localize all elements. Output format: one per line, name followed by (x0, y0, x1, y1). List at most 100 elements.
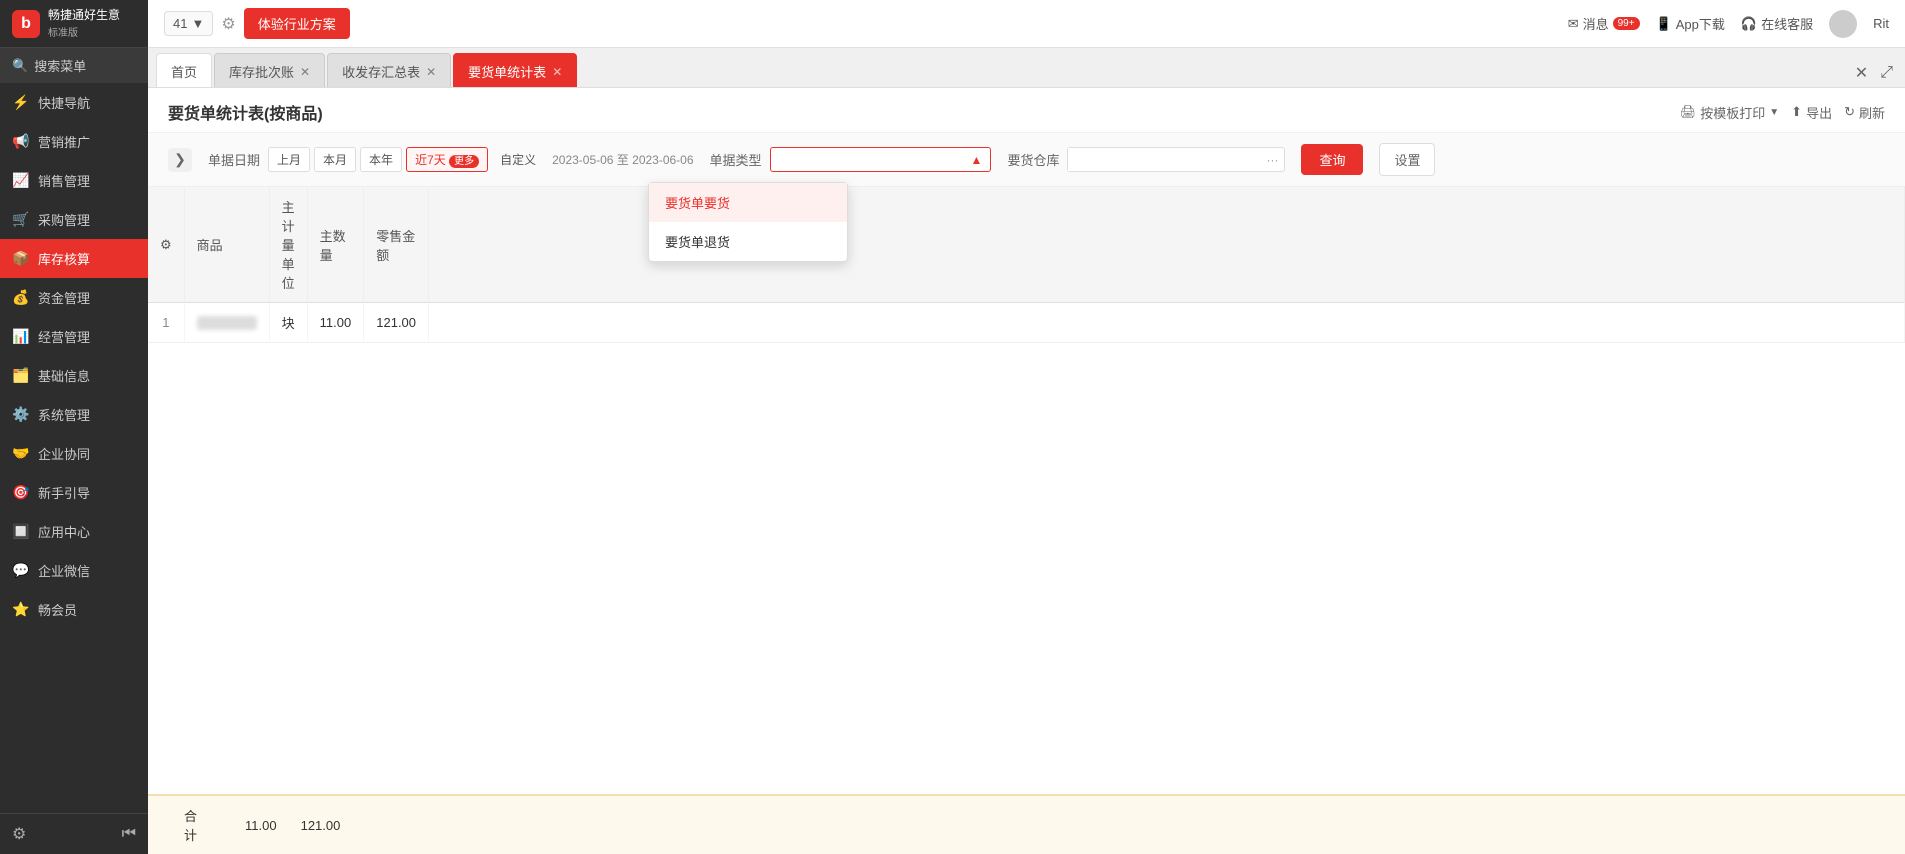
sidebar-item-quick-nav[interactable]: ⚡ 快捷导航 (0, 83, 148, 122)
sidebar-search[interactable]: 🔍 搜索菜单 (0, 48, 148, 83)
sidebar-label-quick-nav: 快捷导航 (38, 93, 90, 112)
sidebar-icon-purchase: 🛒 (12, 211, 30, 228)
filter-warehouse-group: 要货仓库 ··· (1007, 147, 1285, 172)
row-extra (429, 303, 1905, 343)
type-select-wrap: ▲ (770, 147, 992, 172)
more-badge: 更多 (449, 155, 479, 168)
date-btn-7days[interactable]: 近7天 更多 (406, 147, 488, 172)
settings-button[interactable]: 设置 (1379, 143, 1435, 176)
settings-gear-icon[interactable]: ⚙ (221, 14, 235, 34)
row-product (184, 303, 269, 343)
type-dropdown-menu: 要货单要货 要货单退货 (648, 182, 848, 262)
tab-receive-summary-close[interactable]: ✕ (426, 66, 436, 78)
sidebar-item-operation[interactable]: 📊 经营管理 (0, 317, 148, 356)
type-select-input[interactable] (771, 148, 963, 171)
collapse-icon[interactable]: ⏮ (122, 825, 136, 843)
date-range-display: 2023-05-06 至 2023-06-06 (552, 151, 693, 168)
sidebar-label-guide: 新手引导 (38, 483, 90, 502)
sidebar-icon-marketing: 📢 (12, 133, 30, 150)
trial-button[interactable]: 体验行业方案 (244, 8, 350, 39)
app-download-btn[interactable]: 📱 App下载 (1656, 14, 1725, 33)
sidebar-icon-member: ⭐ (12, 601, 30, 618)
row-quantity: 11.00 (307, 303, 364, 343)
tab-close-all-btn[interactable]: ✕ (1851, 59, 1872, 87)
sidebar-label-finance: 资金管理 (38, 288, 90, 307)
date-btn-this-month[interactable]: 本月 (314, 147, 356, 172)
topbar-left: 41 ▼ ⚙ 体验行业方案 (164, 8, 1556, 39)
filter-toggle-btn[interactable]: ❯ (168, 148, 192, 172)
total-empty-0 (148, 796, 172, 854)
refresh-icon: ↻ (1844, 104, 1855, 120)
total-unit-empty (209, 796, 233, 854)
date-btn-this-year[interactable]: 本年 (360, 147, 402, 172)
search-icon: 🔍 (12, 58, 28, 74)
sidebar-icon-enterprise: 🤝 (12, 445, 30, 462)
warehouse-more-btn[interactable]: ··· (1260, 149, 1284, 171)
tab-order-summary-label: 要货单统计表 (468, 62, 546, 81)
export-label: 导出 (1806, 103, 1832, 122)
sidebar-label-sales: 销售管理 (38, 171, 90, 190)
sidebar-item-sales[interactable]: 📈 销售管理 (0, 161, 148, 200)
sidebar-item-marketing[interactable]: 📢 营销推广 (0, 122, 148, 161)
messages-badge: 99+ (1613, 17, 1640, 30)
tab-receive-summary[interactable]: 收发存汇总表 ✕ (327, 53, 451, 87)
sidebar-item-inventory[interactable]: 📦 库存核算 (0, 239, 148, 278)
dropdown-item-0[interactable]: 要货单要货 (649, 183, 847, 222)
export-btn[interactable]: ⬆ 导出 (1791, 103, 1832, 122)
tab-expand-btn[interactable]: ⤢ (1876, 60, 1897, 86)
sidebar-label-enterprise: 企业协同 (38, 444, 90, 463)
sidebar-item-finance[interactable]: 💰 资金管理 (0, 278, 148, 317)
topbar-right: ✉ 消息 99+ 📱 App下载 🎧 在线客服 Rit (1568, 10, 1889, 38)
refresh-label: 刷新 (1859, 103, 1885, 122)
tab-order-summary[interactable]: 要货单统计表 ✕ (453, 53, 577, 87)
logo-name: 畅捷通好生意 (48, 8, 120, 24)
print-btn[interactable]: 🖨 按模板打印 ▼ (1680, 103, 1779, 122)
data-table: ⚙ 商品 主计量单位 主数量 零售金额 1 (148, 187, 1905, 343)
tab-home[interactable]: 首页 (156, 53, 212, 87)
sidebar-item-guide[interactable]: 🎯 新手引导 (0, 473, 148, 512)
sidebar-item-enterprise[interactable]: 🤝 企业协同 (0, 434, 148, 473)
dropdown-item-1[interactable]: 要货单退货 (649, 222, 847, 261)
row-amount: 121.00 (364, 303, 429, 343)
date-btn-last-month[interactable]: 上月 (268, 147, 310, 172)
user-avatar[interactable] (1829, 10, 1857, 38)
settings-icon[interactable]: ⚙ (12, 824, 26, 844)
service-icon: 🎧 (1741, 16, 1757, 32)
user-name: Rit (1873, 16, 1889, 31)
sidebar-item-wechat[interactable]: 💬 企业微信 (0, 551, 148, 590)
warehouse-select-input[interactable] (1068, 148, 1260, 171)
refresh-btn[interactable]: ↻ 刷新 (1844, 103, 1885, 122)
sidebar-item-member[interactable]: ⭐ 畅会员 (0, 590, 148, 629)
sidebar-item-basic[interactable]: 🗂️ 基础信息 (0, 356, 148, 395)
table-wrap: ⚙ 商品 主计量单位 主数量 零售金额 1 (148, 187, 1905, 794)
date-filter-label: 单据日期 (208, 150, 260, 169)
store-select[interactable]: 41 ▼ (164, 11, 213, 36)
sidebar-label-marketing: 营销推广 (38, 132, 90, 151)
main-area: 41 ▼ ⚙ 体验行业方案 ✉ 消息 99+ 📱 App下载 🎧 在线客服 Ri… (148, 0, 1905, 854)
sidebar-icon-wechat: 💬 (12, 562, 30, 579)
tab-order-summary-close[interactable]: ✕ (552, 66, 562, 78)
tab-inventory-batch-close[interactable]: ✕ (300, 66, 310, 78)
sidebar-item-system[interactable]: ⚙️ 系统管理 (0, 395, 148, 434)
app-icon: 📱 (1656, 16, 1672, 32)
messages-label: 消息 (1583, 14, 1609, 33)
tabbar: 首页 库存批次账 ✕ 收发存汇总表 ✕ 要货单统计表 ✕ ✕ ⤢ (148, 48, 1905, 88)
type-select-arrow[interactable]: ▲ (963, 149, 991, 171)
col-settings[interactable]: ⚙ (148, 187, 184, 303)
app-download-label: App下载 (1676, 14, 1725, 33)
sidebar-item-apps[interactable]: 🔲 应用中心 (0, 512, 148, 551)
print-icon: 🖨 (1680, 104, 1697, 120)
table-header-row: ⚙ 商品 主计量单位 主数量 零售金额 (148, 187, 1905, 303)
query-button[interactable]: 查询 (1301, 144, 1363, 175)
messages-btn[interactable]: ✉ 消息 99+ (1568, 14, 1640, 33)
date-btn-custom[interactable]: 自定义 (492, 147, 544, 172)
sidebar-item-purchase[interactable]: 🛒 采购管理 (0, 200, 148, 239)
col-unit: 主计量单位 (269, 187, 307, 303)
row-index: 1 (148, 303, 184, 343)
filter-bar: ❯ 单据日期 上月 本月 本年 近7天 更多 自定义 2023-05-06 至 … (148, 133, 1905, 187)
online-service-btn[interactable]: 🎧 在线客服 (1741, 14, 1813, 33)
tab-inventory-batch[interactable]: 库存批次账 ✕ (214, 53, 325, 87)
col-amount: 零售金额 (364, 187, 429, 303)
sidebar-label-wechat: 企业微信 (38, 561, 90, 580)
message-icon: ✉ (1568, 16, 1579, 32)
